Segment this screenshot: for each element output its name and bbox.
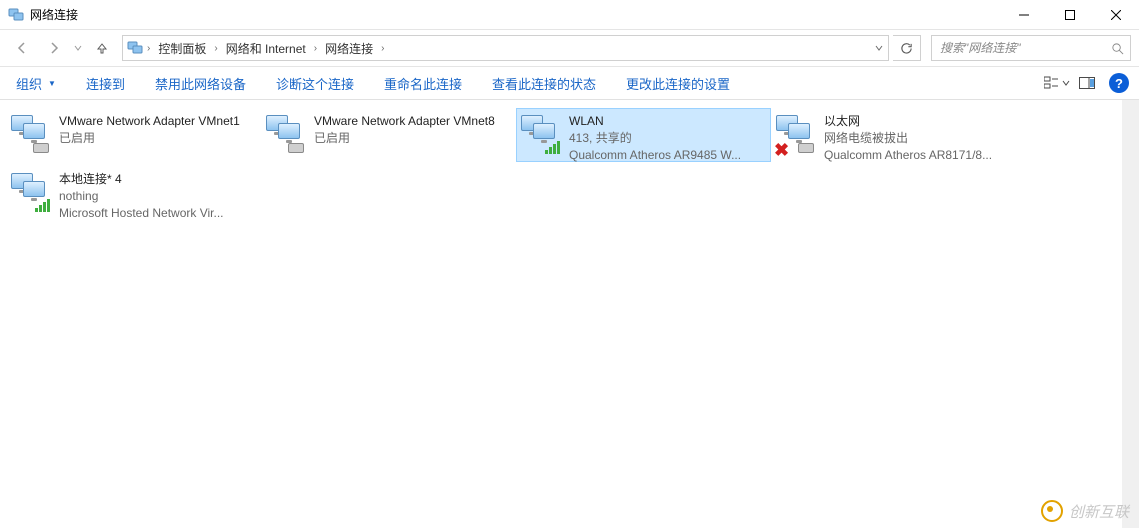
breadcrumb-separator: › bbox=[312, 43, 319, 54]
connection-text: WLAN413, 共享的Qualcomm Atheros AR9485 W... bbox=[569, 113, 741, 163]
breadcrumb-network-internet[interactable]: 网络和 Internet bbox=[222, 40, 310, 57]
back-button[interactable] bbox=[8, 34, 36, 62]
history-dropdown[interactable] bbox=[72, 34, 84, 62]
connection-text: VMware Network Adapter VMnet8已启用 bbox=[314, 113, 495, 147]
help-button[interactable]: ? bbox=[1109, 73, 1129, 93]
address-bar[interactable]: › 控制面板 › 网络和 Internet › 网络连接 › bbox=[122, 35, 889, 61]
connection-device: Microsoft Hosted Network Vir... bbox=[59, 205, 224, 222]
disable-device-button[interactable]: 禁用此网络设备 bbox=[149, 70, 252, 97]
connection-status: nothing bbox=[59, 188, 224, 205]
connections-list: VMware Network Adapter VMnet1已启用VMware N… bbox=[0, 100, 1139, 232]
search-box[interactable] bbox=[931, 35, 1131, 61]
view-status-button[interactable]: 查看此连接的状态 bbox=[486, 70, 602, 97]
address-dropdown[interactable] bbox=[868, 44, 888, 52]
connection-name: WLAN bbox=[569, 113, 741, 130]
minimize-button[interactable] bbox=[1001, 0, 1047, 30]
refresh-button[interactable] bbox=[893, 35, 921, 61]
command-bar: 组织▼ 连接到 禁用此网络设备 诊断这个连接 重命名此连接 查看此连接的状态 更… bbox=[0, 66, 1139, 100]
preview-pane-button[interactable] bbox=[1073, 71, 1101, 95]
forward-button[interactable] bbox=[40, 34, 68, 62]
breadcrumb-separator: › bbox=[212, 43, 219, 54]
connection-status: 已启用 bbox=[314, 130, 495, 147]
network-adapter-icon: ✖ bbox=[774, 113, 818, 157]
connection-device: Qualcomm Atheros AR9485 W... bbox=[569, 147, 741, 164]
search-icon bbox=[1111, 42, 1124, 55]
network-adapter-icon bbox=[9, 113, 53, 157]
breadcrumb-separator: › bbox=[379, 43, 386, 54]
connection-status: 网络电缆被拔出 bbox=[824, 130, 992, 147]
breadcrumb-control-panel[interactable]: 控制面板 bbox=[154, 40, 210, 57]
network-adapter-icon bbox=[9, 171, 53, 215]
watermark-text: 创新互联 bbox=[1069, 501, 1129, 522]
app-icon bbox=[8, 7, 24, 23]
connection-item[interactable]: VMware Network Adapter VMnet1已启用 bbox=[6, 108, 261, 162]
connection-name: VMware Network Adapter VMnet8 bbox=[314, 113, 495, 130]
maximize-button[interactable] bbox=[1047, 0, 1093, 30]
connection-text: VMware Network Adapter VMnet1已启用 bbox=[59, 113, 240, 147]
diagnose-button[interactable]: 诊断这个连接 bbox=[270, 70, 360, 97]
connection-item[interactable]: ✖以太网网络电缆被拔出Qualcomm Atheros AR8171/8... bbox=[771, 108, 1026, 162]
connection-item[interactable]: WLAN413, 共享的Qualcomm Atheros AR9485 W... bbox=[516, 108, 771, 162]
connection-status: 已启用 bbox=[59, 130, 240, 147]
connect-to-button[interactable]: 连接到 bbox=[80, 70, 131, 97]
window-title: 网络连接 bbox=[30, 6, 1001, 23]
connection-name: 本地连接* 4 bbox=[59, 171, 224, 188]
search-input[interactable] bbox=[938, 40, 1105, 56]
connection-text: 本地连接* 4nothingMicrosoft Hosted Network V… bbox=[59, 171, 224, 221]
network-adapter-icon bbox=[264, 113, 308, 157]
watermark: 创新互联 bbox=[1041, 500, 1129, 522]
navigation-bar: › 控制面板 › 网络和 Internet › 网络连接 › bbox=[0, 30, 1139, 66]
vertical-scrollbar[interactable] bbox=[1122, 100, 1139, 528]
view-options-button[interactable] bbox=[1043, 71, 1071, 95]
location-icon bbox=[127, 40, 143, 56]
rename-button[interactable]: 重命名此连接 bbox=[378, 70, 468, 97]
connection-item[interactable]: VMware Network Adapter VMnet8已启用 bbox=[261, 108, 516, 162]
change-settings-button[interactable]: 更改此连接的设置 bbox=[620, 70, 736, 97]
window-controls bbox=[1001, 0, 1139, 30]
watermark-icon bbox=[1041, 500, 1063, 522]
breadcrumb-network-connections[interactable]: 网络连接 bbox=[321, 40, 377, 57]
breadcrumb-separator: › bbox=[145, 43, 152, 54]
title-bar: 网络连接 bbox=[0, 0, 1139, 30]
connection-device: Qualcomm Atheros AR8171/8... bbox=[824, 147, 992, 164]
up-button[interactable] bbox=[88, 34, 116, 62]
connection-name: 以太网 bbox=[824, 113, 992, 130]
connection-text: 以太网网络电缆被拔出Qualcomm Atheros AR8171/8... bbox=[824, 113, 992, 163]
organize-menu[interactable]: 组织▼ bbox=[10, 70, 62, 97]
network-adapter-icon bbox=[519, 113, 563, 157]
connection-item[interactable]: 本地连接* 4nothingMicrosoft Hosted Network V… bbox=[6, 166, 261, 220]
close-button[interactable] bbox=[1093, 0, 1139, 30]
connection-status: 413, 共享的 bbox=[569, 130, 741, 147]
connection-name: VMware Network Adapter VMnet1 bbox=[59, 113, 240, 130]
